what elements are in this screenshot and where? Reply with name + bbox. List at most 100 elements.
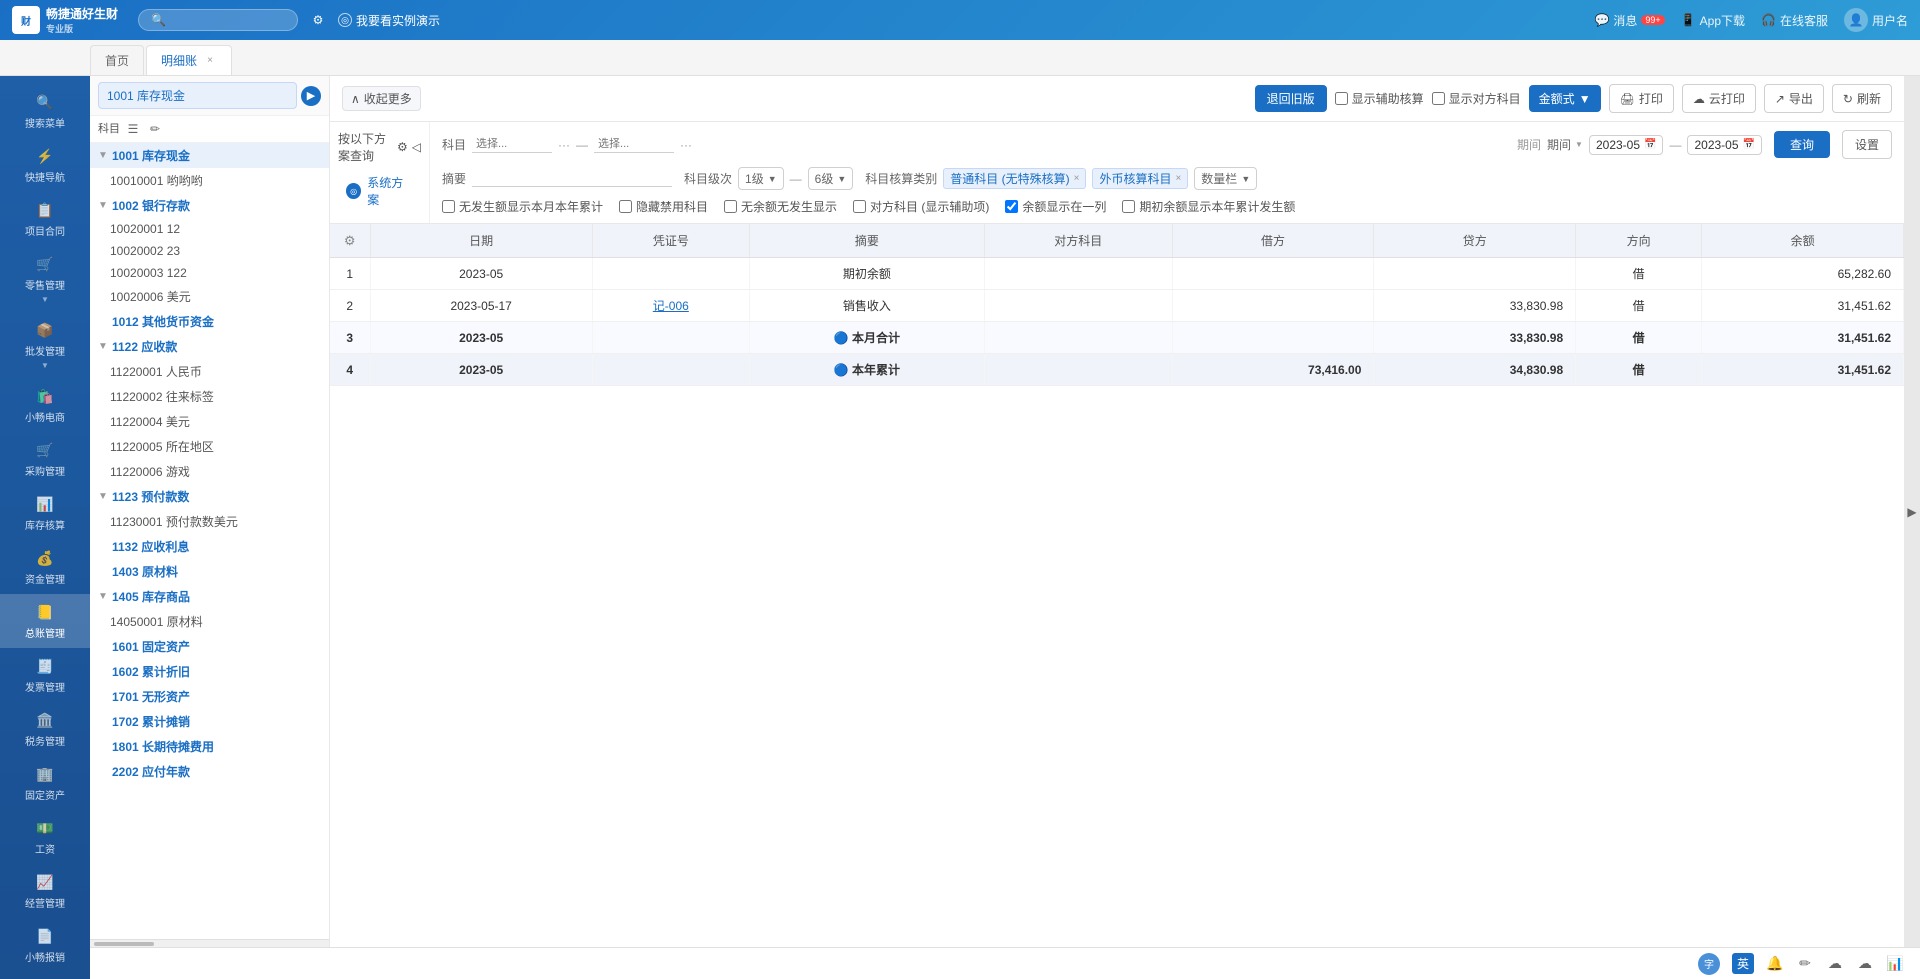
nav-item-fixed-assets[interactable]: 🏢 固定资产 [0,756,90,810]
level-start-select[interactable]: 1级 ▼ [738,167,784,190]
tree-item-1702[interactable]: 1702 累计摊销 [90,709,329,734]
tab-close-icon[interactable]: × [203,54,217,68]
tree-item-1601[interactable]: 1601 固定资产 [90,634,329,659]
tree-item-11220006[interactable]: 11220006 游戏 [90,459,329,484]
export-button[interactable]: ↗ 导出 [1764,84,1824,113]
account-nav-button[interactable]: ▶ [301,86,321,106]
bottom-circle-button[interactable]: 字 [1698,953,1720,975]
show-aux-checkbox[interactable] [1335,92,1348,105]
user-area[interactable]: 👤 用户名 [1844,8,1908,32]
tree-item-14050001[interactable]: 14050001 原材料 [90,609,329,634]
calc-type-tag1[interactable]: 普通科目 (无特殊核算) × [943,168,1086,189]
option-balance-one-col-checkbox[interactable] [1005,200,1018,213]
tree-item-10010001[interactable]: 10010001 哟哟哟 [90,168,329,193]
option-no-debit-checkbox[interactable] [442,200,455,213]
search-input[interactable] [170,14,285,26]
quantity-select[interactable]: 数量栏 ▼ [1194,167,1257,190]
option-counter-subject-checkbox[interactable] [853,200,866,213]
nav-item-expense[interactable]: 📄 小畅报销 [0,918,90,972]
bottom-lang-button[interactable]: 英 [1732,953,1754,974]
nav-item-ecommerce[interactable]: 🛍️ 小畅电商 [0,378,90,432]
tree-item-1001[interactable]: ▼ 1001 库存现金 [90,143,329,168]
nav-item-basic-info[interactable]: ℹ️ 基础信息 [0,972,90,979]
tree-item-11220002[interactable]: 11220002 往来标签 [90,384,329,409]
tree-item-10020001[interactable]: 10020001 12 [90,218,329,240]
top-search-box[interactable]: 🔍 [138,9,298,31]
account-selected[interactable]: 1001 库存现金 [98,82,297,109]
online-service-button[interactable]: 🎧 在线客服 [1761,12,1828,29]
gear-icon[interactable]: ⚙ [344,233,356,248]
th-settings[interactable]: ⚙ [330,224,370,258]
tree-item-1602[interactable]: 1602 累计折旧 [90,659,329,684]
row2-voucher[interactable]: 记-006 [592,290,749,322]
expand-more-button[interactable]: ∧ 收起更多 [342,86,421,111]
tree-item-11220001[interactable]: 11220001 人民币 [90,359,329,384]
nav-item-ledger[interactable]: 📒 总账管理 [0,594,90,648]
scheme-collapse-icon[interactable]: ◁ [412,140,421,154]
bottom-cloud-icon2[interactable]: ☁ [1856,955,1874,973]
subject-input[interactable] [472,136,552,153]
bottom-cloud-icon1[interactable]: ☁ [1826,955,1844,973]
period-end-input[interactable]: 2023-05 📅 [1687,135,1762,155]
subject-input2[interactable] [594,136,674,153]
tab-home[interactable]: 首页 [90,45,144,75]
tree-item-11220005[interactable]: 11220005 所在地区 [90,434,329,459]
nav-item-purchase[interactable]: 🛒 采购管理 [0,432,90,486]
tool-icon-edit[interactable]: ✏ [146,120,164,138]
right-collapse-button[interactable]: ▶ [1904,76,1920,947]
tree-scrollbar[interactable] [90,939,329,947]
tree-item-10020003[interactable]: 10020003 122 [90,262,329,284]
option-opening-balance-checkbox[interactable] [1122,200,1135,213]
refresh-button[interactable]: ↻ 刷新 [1832,84,1892,113]
scrollbar-thumb[interactable] [94,942,154,946]
nav-item-management[interactable]: 📈 经营管理 [0,864,90,918]
nav-item-quick[interactable]: ⚡ 快捷导航 [0,138,90,192]
calc-type-tag2-close-icon[interactable]: × [1175,173,1181,184]
tree-item-11220004[interactable]: 11220004 美元 [90,409,329,434]
level-end-select[interactable]: 6级 ▼ [808,167,854,190]
period-type-select[interactable]: 期间 ▼ [1547,136,1583,153]
bottom-edit-icon[interactable]: ✏ [1796,955,1814,973]
tree-item-1403[interactable]: 1403 原材料 [90,559,329,584]
query-button[interactable]: 查询 [1774,131,1830,158]
nav-item-salary[interactable]: 💵 工资 [0,810,90,864]
bottom-chart-icon[interactable]: 📊 [1886,955,1904,973]
bottom-notification-icon[interactable]: 🔔 [1766,955,1784,973]
tree-item-10020002[interactable]: 10020002 23 [90,240,329,262]
nav-item-inventory[interactable]: 📊 库存核算 [0,486,90,540]
tree-item-1701[interactable]: 1701 无形资产 [90,684,329,709]
tree-item-1002[interactable]: ▼ 1002 银行存款 [90,193,329,218]
settings-icon[interactable]: ⚙ [306,8,330,32]
tree-item-1405[interactable]: ▼ 1405 库存商品 [90,584,329,609]
calc-type-tag2[interactable]: 外币核算科目 × [1092,168,1188,189]
voucher-link[interactable]: 记-006 [653,299,689,313]
scheme-settings-icon[interactable]: ⚙ [397,140,408,154]
settings-button[interactable]: 设置 [1842,130,1892,159]
nav-item-wholesale[interactable]: 📦 批发管理 ▼ [0,312,90,378]
tree-item-1132[interactable]: 1132 应收利息 [90,534,329,559]
tree-item-1801[interactable]: 1801 长期待摊费用 [90,734,329,759]
option-no-balance-checkbox[interactable] [724,200,737,213]
tree-item-2202[interactable]: 2202 应付年款 [90,759,329,784]
tree-item-1012[interactable]: 1012 其他货币资金 [90,309,329,334]
back-old-version-button[interactable]: 退回旧版 [1255,85,1327,112]
show-counter-checkbox[interactable] [1432,92,1445,105]
cloud-print-button[interactable]: ☁ 云打印 [1682,84,1756,113]
print-button[interactable]: 🖨 打印 [1609,84,1674,113]
nav-item-project[interactable]: 📋 项目合同 [0,192,90,246]
message-button[interactable]: 💬 消息 99+ [1594,12,1664,29]
tree-item-10020006[interactable]: 10020006 美元 [90,284,329,309]
scheme-system[interactable]: ◎ 系统方案 [338,170,421,212]
summary-input[interactable] [472,170,672,187]
option-hide-disabled-checkbox[interactable] [619,200,632,213]
amount-mode-dropdown[interactable]: 金额式 ▼ [1529,85,1601,112]
tree-item-1122[interactable]: ▼ 1122 应收款 [90,334,329,359]
nav-item-retail[interactable]: 🛒 零售管理 ▼ [0,246,90,312]
nav-item-search[interactable]: 🔍 搜索菜单 [0,84,90,138]
tree-item-1123[interactable]: ▼ 1123 预付款数 [90,484,329,509]
calc-type-tag1-close-icon[interactable]: × [1074,173,1080,184]
nav-item-tax[interactable]: 🏛️ 税务管理 [0,702,90,756]
tab-ledger[interactable]: 明细账 × [146,45,232,75]
tool-icon-list[interactable]: ☰ [124,120,142,138]
nav-item-capital[interactable]: 💰 资金管理 [0,540,90,594]
